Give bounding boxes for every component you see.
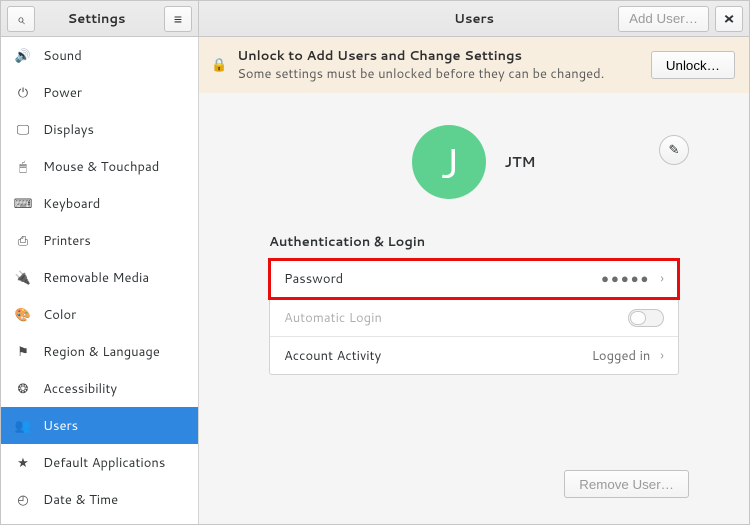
sidebar-item-label: Accessibility [43, 380, 184, 398]
password-label: Password [284, 270, 601, 288]
sidebar-item-label: Keyboard [43, 195, 184, 213]
sidebar-item-keyboard[interactable]: ⌨ Keyboard [1, 185, 198, 222]
sidebar-item-label: Region & Language [43, 343, 184, 361]
sidebar-item-label: Displays [43, 121, 184, 139]
avatar-initial: J [440, 132, 460, 192]
printer-icon: ⎙ [15, 233, 31, 249]
main-panel: 🔒 Unlock to Add Users and Change Setting… [199, 37, 749, 524]
unlock-subtitle: Some settings must be unlocked before th… [237, 65, 604, 83]
activity-value: Logged in [592, 347, 651, 365]
display-icon: 🖵 [15, 122, 31, 138]
autologin-label: Automatic Login [284, 309, 628, 327]
power-icon: ⏻ [15, 85, 31, 101]
chevron-right-icon: › [660, 347, 664, 365]
search-button[interactable]: ⌕ [7, 6, 35, 32]
auth-section-title: Authentication & Login [199, 233, 749, 251]
sidebar-item-accessibility[interactable]: ❂ Accessibility [1, 370, 198, 407]
unlock-button[interactable]: Unlock… [651, 51, 735, 79]
avatar: J [412, 125, 486, 199]
titlebar-left: ⌕ Settings ≡ [1, 1, 199, 36]
star-icon: ★ [15, 455, 31, 471]
hamburger-button[interactable]: ≡ [164, 6, 192, 32]
sidebar-item-label: Mouse & Touchpad [43, 158, 184, 176]
sidebar-item-default-applications[interactable]: ★ Default Applications [1, 444, 198, 481]
unlock-text: Unlock to Add Users and Change Settings … [237, 47, 604, 83]
user-name: JTM [504, 152, 535, 172]
sidebar-item-label: Sound [43, 47, 184, 65]
activity-row[interactable]: Account Activity Logged in › [270, 336, 678, 374]
sidebar-item-removable-media[interactable]: 🔌 Removable Media [1, 259, 198, 296]
sidebar-item-label: Users [43, 417, 184, 435]
panel-title: Users [199, 10, 749, 28]
sidebar: 🔊 Sound ⏻ Power 🖵 Displays 🖱 Mouse & Touchpad ⌨ K… [1, 37, 199, 524]
sidebar-item-displays[interactable]: 🖵 Displays [1, 111, 198, 148]
sidebar-item-label: Printers [43, 232, 184, 250]
switch-knob [630, 311, 646, 325]
sidebar-item-power[interactable]: ⏻ Power [1, 74, 198, 111]
settings-title: Settings [35, 10, 158, 28]
sidebar-item-label: Date & Time [43, 491, 184, 509]
titlebar: ⌕ Settings ≡ Users Add User… × [1, 1, 749, 37]
autologin-switch[interactable] [628, 309, 664, 327]
sidebar-item-about[interactable]: ✚About [1, 518, 198, 524]
sidebar-item-label: Removable Media [43, 269, 184, 287]
remove-user-label: Remove User… [579, 477, 674, 492]
search-icon: ⌕ [17, 9, 25, 29]
accessibility-icon: ❂ [15, 381, 31, 397]
titlebar-right: Users Add User… × [199, 1, 749, 36]
chevron-right-icon: › [660, 270, 664, 288]
password-row[interactable]: Password ●●●●● › [270, 260, 678, 298]
unlock-title: Unlock to Add Users and Change Settings [237, 47, 522, 65]
sidebar-item-printers[interactable]: ⎙ Printers [1, 222, 198, 259]
sidebar-item-color[interactable]: 🎨 Color [1, 296, 198, 333]
sidebar-item-label: Color [43, 306, 184, 324]
clock-icon: ◴ [15, 492, 31, 508]
hamburger-icon: ≡ [174, 9, 182, 29]
password-value: ●●●●● [601, 270, 650, 288]
autologin-row: Automatic Login [270, 298, 678, 336]
keyboard-icon: ⌨ [15, 196, 31, 212]
sidebar-item-users[interactable]: 👥 Users [1, 407, 198, 444]
flag-icon: ⚑ [15, 344, 31, 360]
color-icon: 🎨 [15, 307, 31, 323]
sidebar-item-region-language[interactable]: ⚑ Region & Language [1, 333, 198, 370]
pencil-icon: ✎ [669, 141, 680, 159]
mouse-icon: 🖱 [15, 159, 31, 175]
body: 🔊 Sound ⏻ Power 🖵 Displays 🖱 Mouse & Touchpad ⌨ K… [1, 37, 749, 524]
volume-icon: 🔊 [15, 48, 31, 64]
auth-list: Password ●●●●● › Automatic Login Account… [269, 259, 679, 375]
sidebar-item-date-time[interactable]: ◴ Date & Time [1, 481, 198, 518]
sidebar-item-label: Default Applications [43, 454, 184, 472]
users-icon: 👥 [15, 418, 31, 434]
remove-user-button[interactable]: Remove User… [564, 470, 689, 498]
sidebar-item-sound[interactable]: 🔊 Sound [1, 37, 198, 74]
sidebar-item-label: Power [43, 84, 184, 102]
activity-label: Account Activity [284, 347, 592, 365]
unlock-button-label: Unlock… [666, 58, 720, 73]
sidebar-item-mouse-touchpad[interactable]: 🖱 Mouse & Touchpad [1, 148, 198, 185]
unlock-banner: 🔒 Unlock to Add Users and Change Setting… [199, 37, 749, 93]
usb-icon: 🔌 [15, 270, 31, 286]
app-root: ⌕ Settings ≡ Users Add User… × 🔊 Sound ⏻ Po… [0, 0, 750, 525]
lock-icon: 🔒 [211, 56, 227, 74]
user-header: J JTM ✎ [199, 125, 749, 199]
edit-name-button[interactable]: ✎ [659, 135, 689, 165]
